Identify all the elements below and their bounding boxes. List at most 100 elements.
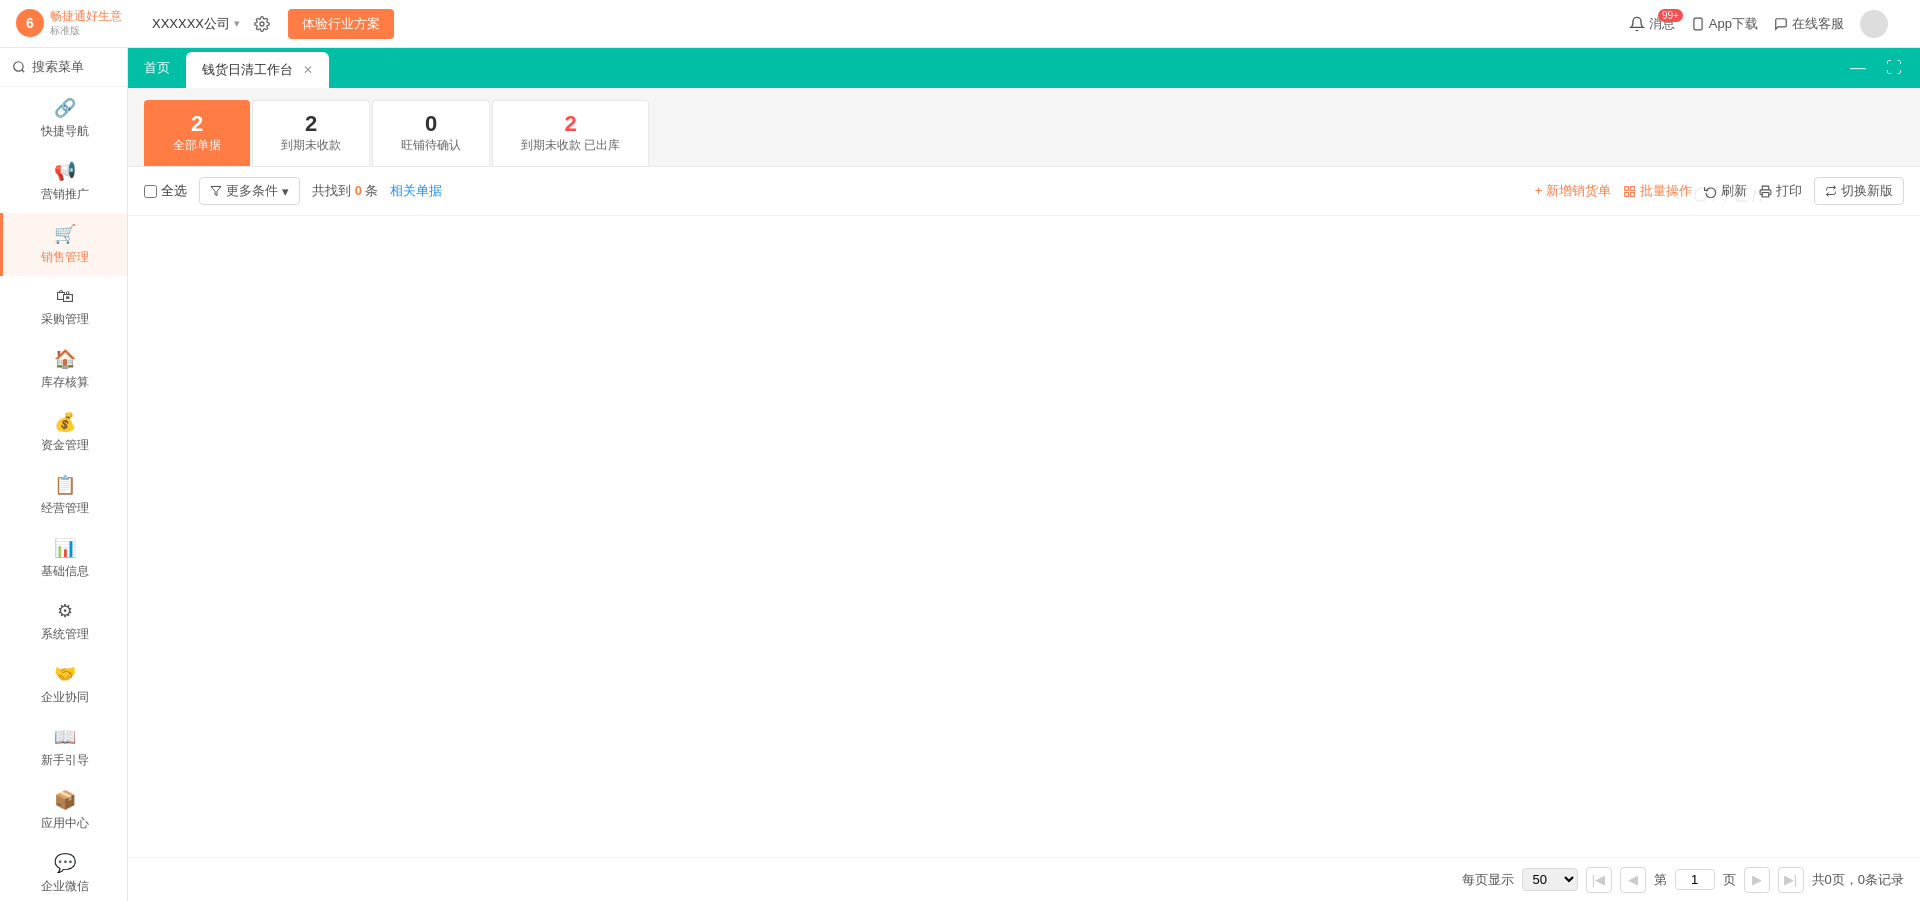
stat-label-overdue-shipped: 到期未收款 已出库 <box>521 137 620 154</box>
add-sales-order-button[interactable]: + 新增销货单 <box>1535 182 1611 200</box>
tab-close-icon[interactable]: ✕ <box>303 63 313 77</box>
marketing-icon: 📢 <box>54 160 76 182</box>
sidebar-item-label: 应用中心 <box>41 815 89 832</box>
logo-icon: 6 <box>16 9 44 37</box>
notification-button[interactable]: 消息 99+ <box>1629 15 1675 33</box>
operation-icon: 📋 <box>54 474 76 496</box>
sidebar-item-operation[interactable]: 📋 经营管理 <box>0 464 127 527</box>
company-selector[interactable]: XXXXXX公司 ▾ <box>152 15 240 33</box>
tab-minimize-button[interactable]: — <box>1844 57 1872 79</box>
content-area: 2 全部单据 2 到期未收款 0 旺铺待确认 2 到期未收款 已出库 全选 <box>128 88 1920 901</box>
trial-button[interactable]: 体验行业方案 <box>288 9 394 39</box>
logo-area: 6 畅捷通好生意 标准版 <box>16 9 144 37</box>
total-records: 共0页，0条记录 <box>1812 871 1904 889</box>
stat-label-wangpu: 旺铺待确认 <box>401 137 461 154</box>
page-prefix: 第 <box>1654 871 1667 889</box>
sidebar-item-label: 销售管理 <box>41 249 89 266</box>
print-button[interactable]: 打印 <box>1759 182 1802 200</box>
sidebar-item-purchase[interactable]: 🛍 采购管理 <box>0 276 127 338</box>
new-version-button[interactable]: 切换新版 <box>1814 177 1904 205</box>
sidebar-item-wechat[interactable]: 💬 企业微信 <box>0 842 127 901</box>
stat-num-all: 2 <box>191 111 203 137</box>
new-version-label: 切换新版 <box>1841 182 1893 200</box>
last-page-button[interactable]: ▶| <box>1778 867 1804 893</box>
nav-icon: 🔗 <box>54 97 76 119</box>
related-records-link[interactable]: 相关单据 <box>390 182 442 200</box>
svg-point-3 <box>14 62 23 71</box>
svg-rect-7 <box>1631 186 1635 190</box>
online-service-label: 在线客服 <box>1792 15 1844 33</box>
stat-tab-wangpu[interactable]: 0 旺铺待确认 <box>372 100 490 166</box>
svg-rect-10 <box>1762 192 1769 196</box>
page-suffix: 页 <box>1723 871 1736 889</box>
pagination-bar: 每页显示 50 20 100 |◀ ◀ 第 页 ▶ ▶| 共0页，0条记录 <box>128 857 1920 901</box>
sidebar-item-label: 库存核算 <box>41 374 89 391</box>
logo-text: 畅捷通好生意 <box>50 9 122 23</box>
page-input[interactable] <box>1675 869 1715 890</box>
online-service-button[interactable]: 在线客服 <box>1774 15 1844 33</box>
select-all-checkbox[interactable]: 全选 <box>144 182 187 200</box>
stat-label-overdue: 到期未收款 <box>281 137 341 154</box>
first-page-button[interactable]: |◀ <box>1586 867 1612 893</box>
top-bar: 6 畅捷通好生意 标准版 XXXXXX公司 ▾ 体验行业方案 消息 99+ <box>0 0 1920 48</box>
sidebar-item-finance[interactable]: 💰 资金管理 <box>0 401 127 464</box>
prev-page-button[interactable]: ◀ <box>1620 867 1646 893</box>
per-page-select[interactable]: 50 20 100 <box>1522 868 1578 891</box>
sidebar-item-label: 快捷导航 <box>41 123 89 140</box>
chevron-down-icon: ▾ <box>234 17 240 30</box>
filter-button[interactable]: 更多条件 ▾ <box>199 177 300 205</box>
search-menu-item[interactable]: 搜索菜单 <box>0 48 127 87</box>
sidebar-item-basic-info[interactable]: 📊 基础信息 <box>0 527 127 590</box>
sidebar-item-app[interactable]: 📦 应用中心 <box>0 779 127 842</box>
settings-button[interactable] <box>248 10 276 38</box>
purchase-icon: 🛍 <box>56 286 74 307</box>
logo-sub: 标准版 <box>50 24 122 38</box>
main-content: 2 全部单据 2 到期未收款 0 旺铺待确认 2 到期未收款 已出库 全选 <box>128 88 1920 901</box>
sidebar-item-label: 基础信息 <box>41 563 89 580</box>
sidebar-item-marketing[interactable]: 📢 营销推广 <box>0 150 127 213</box>
sidebar-item-label: 采购管理 <box>41 311 89 328</box>
next-page-button[interactable]: ▶ <box>1744 867 1770 893</box>
stat-tab-overdue[interactable]: 2 到期未收款 <box>252 100 370 166</box>
svg-point-0 <box>260 22 264 26</box>
found-count: 0 <box>355 183 362 198</box>
sidebar-item-label: 资金管理 <box>41 437 89 454</box>
svg-rect-9 <box>1625 192 1629 196</box>
tab-bar-actions: — ⛶ <box>1844 57 1920 79</box>
refresh-label: 刷新 <box>1721 182 1747 200</box>
inventory-icon: 🏠 <box>54 348 76 370</box>
tab-workbench-label: 钱货日清工作台 <box>202 61 293 79</box>
top-bar-right: 消息 99+ App下载 在线客服 <box>1629 10 1904 38</box>
tab-bar: 首页 钱货日清工作台 ✕ — ⛶ <box>128 48 1920 88</box>
stat-num-overdue-shipped: 2 <box>565 111 577 137</box>
svg-line-4 <box>22 70 25 73</box>
tab-home-label: 首页 <box>144 59 170 77</box>
sidebar-item-nav[interactable]: 🔗 快捷导航 <box>0 87 127 150</box>
app-download-button[interactable]: App下载 <box>1691 15 1758 33</box>
tab-home[interactable]: 首页 <box>128 48 186 88</box>
sidebar-item-guide[interactable]: 📖 新手引导 <box>0 716 127 779</box>
sidebar-item-label: 企业微信 <box>41 878 89 895</box>
stat-label-all: 全部单据 <box>173 137 221 154</box>
wechat-icon: 💬 <box>54 852 76 874</box>
stat-tab-all[interactable]: 2 全部单据 <box>144 100 250 166</box>
per-page-label: 每页显示 <box>1462 871 1514 889</box>
toolbar: 全选 更多条件 ▾ 共找到 0 条 相关单据 + 新增销货单 <box>128 167 1920 216</box>
tab-workbench[interactable]: 钱货日清工作台 ✕ <box>186 52 329 88</box>
basic-info-icon: 📊 <box>54 537 76 559</box>
app-download-label: App下载 <box>1709 15 1758 33</box>
stat-tab-overdue-shipped[interactable]: 2 到期未收款 已出库 <box>492 100 649 166</box>
tab-maximize-button[interactable]: ⛶ <box>1880 57 1908 79</box>
batch-operation-button[interactable]: 批量操作 <box>1623 182 1692 200</box>
sidebar-item-enterprise[interactable]: 🤝 企业协同 <box>0 653 127 716</box>
sidebar-item-inventory[interactable]: 🏠 库存核算 <box>0 338 127 401</box>
select-all-input[interactable] <box>144 185 157 198</box>
refresh-button[interactable]: 刷新 <box>1704 182 1747 200</box>
sidebar-item-system[interactable]: ⚙ 系统管理 <box>0 590 127 653</box>
app-icon: 📦 <box>54 789 76 811</box>
toolbar-right: + 新增销货单 批量操作 刷新 <box>1535 177 1904 205</box>
finance-icon: 💰 <box>54 411 76 433</box>
sidebar-item-sales[interactable]: 🛒 销售管理 <box>0 213 127 276</box>
guide-icon: 📖 <box>54 726 76 748</box>
svg-marker-5 <box>211 187 221 196</box>
